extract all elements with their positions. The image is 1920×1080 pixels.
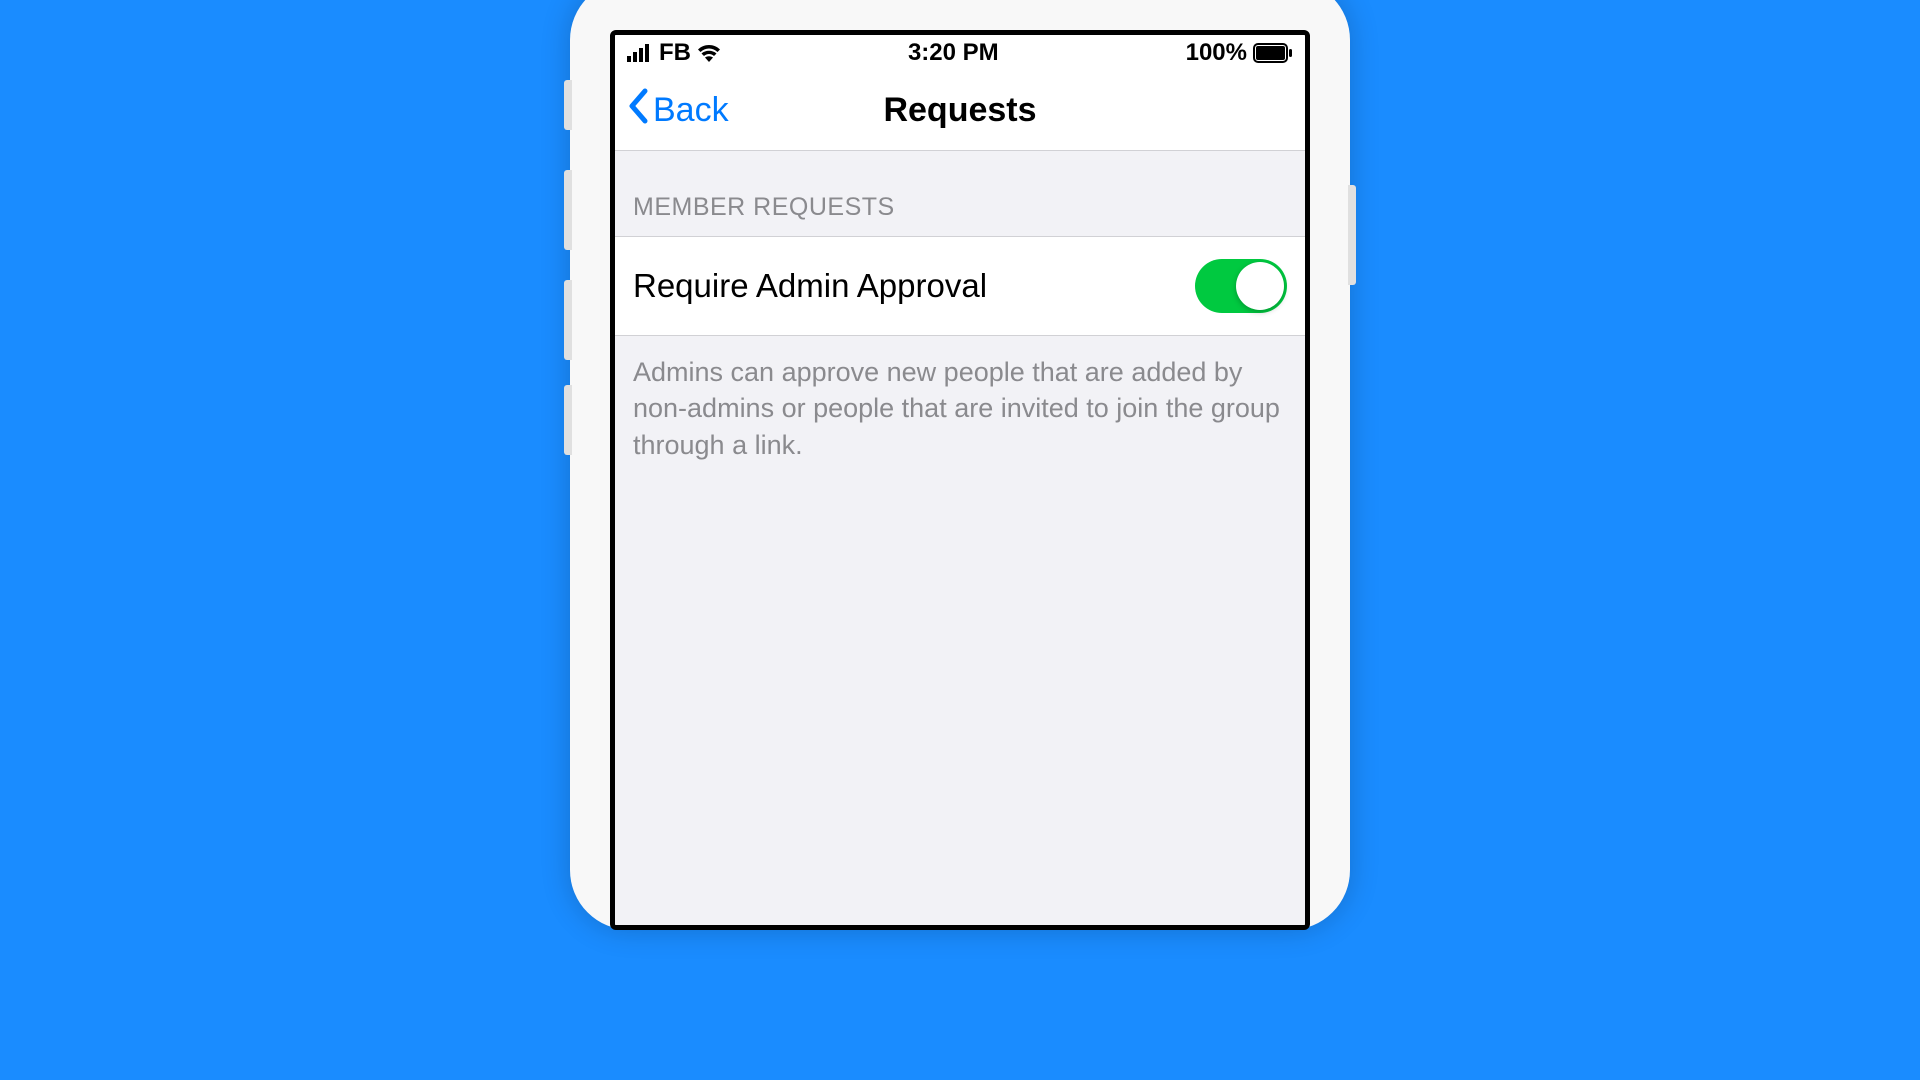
- settings-content: MEMBER REQUESTS Require Admin Approval A…: [615, 151, 1305, 925]
- signal-icon: [627, 44, 653, 62]
- phone-screen: FB 3:20 PM 100%: [610, 30, 1310, 930]
- back-button[interactable]: Back: [627, 88, 729, 133]
- status-bar-left: FB: [627, 39, 721, 67]
- phone-side-button: [564, 80, 572, 130]
- toggle-knob: [1236, 262, 1284, 310]
- phone-side-button: [1348, 185, 1356, 285]
- status-bar: FB 3:20 PM 100%: [615, 35, 1305, 71]
- navigation-bar: Back Requests: [615, 71, 1305, 151]
- page-title: Requests: [883, 91, 1036, 130]
- section-header-member-requests: MEMBER REQUESTS: [615, 151, 1305, 236]
- require-admin-approval-row: Require Admin Approval: [615, 236, 1305, 336]
- status-bar-right: 100%: [1186, 39, 1293, 67]
- phone-side-button: [564, 170, 572, 250]
- battery-icon: [1253, 43, 1293, 63]
- battery-percent: 100%: [1186, 39, 1247, 67]
- chevron-left-icon: [627, 88, 649, 133]
- back-button-label: Back: [653, 91, 729, 130]
- phone-frame: FB 3:20 PM 100%: [570, 0, 1350, 930]
- require-admin-approval-label: Require Admin Approval: [633, 267, 987, 305]
- wifi-icon: [697, 44, 721, 62]
- require-admin-approval-description: Admins can approve new people that are a…: [615, 336, 1305, 463]
- carrier-label: FB: [659, 39, 691, 67]
- phone-side-button: [564, 385, 572, 455]
- phone-side-button: [564, 280, 572, 360]
- require-admin-approval-toggle[interactable]: [1195, 259, 1287, 313]
- status-time: 3:20 PM: [908, 39, 999, 67]
